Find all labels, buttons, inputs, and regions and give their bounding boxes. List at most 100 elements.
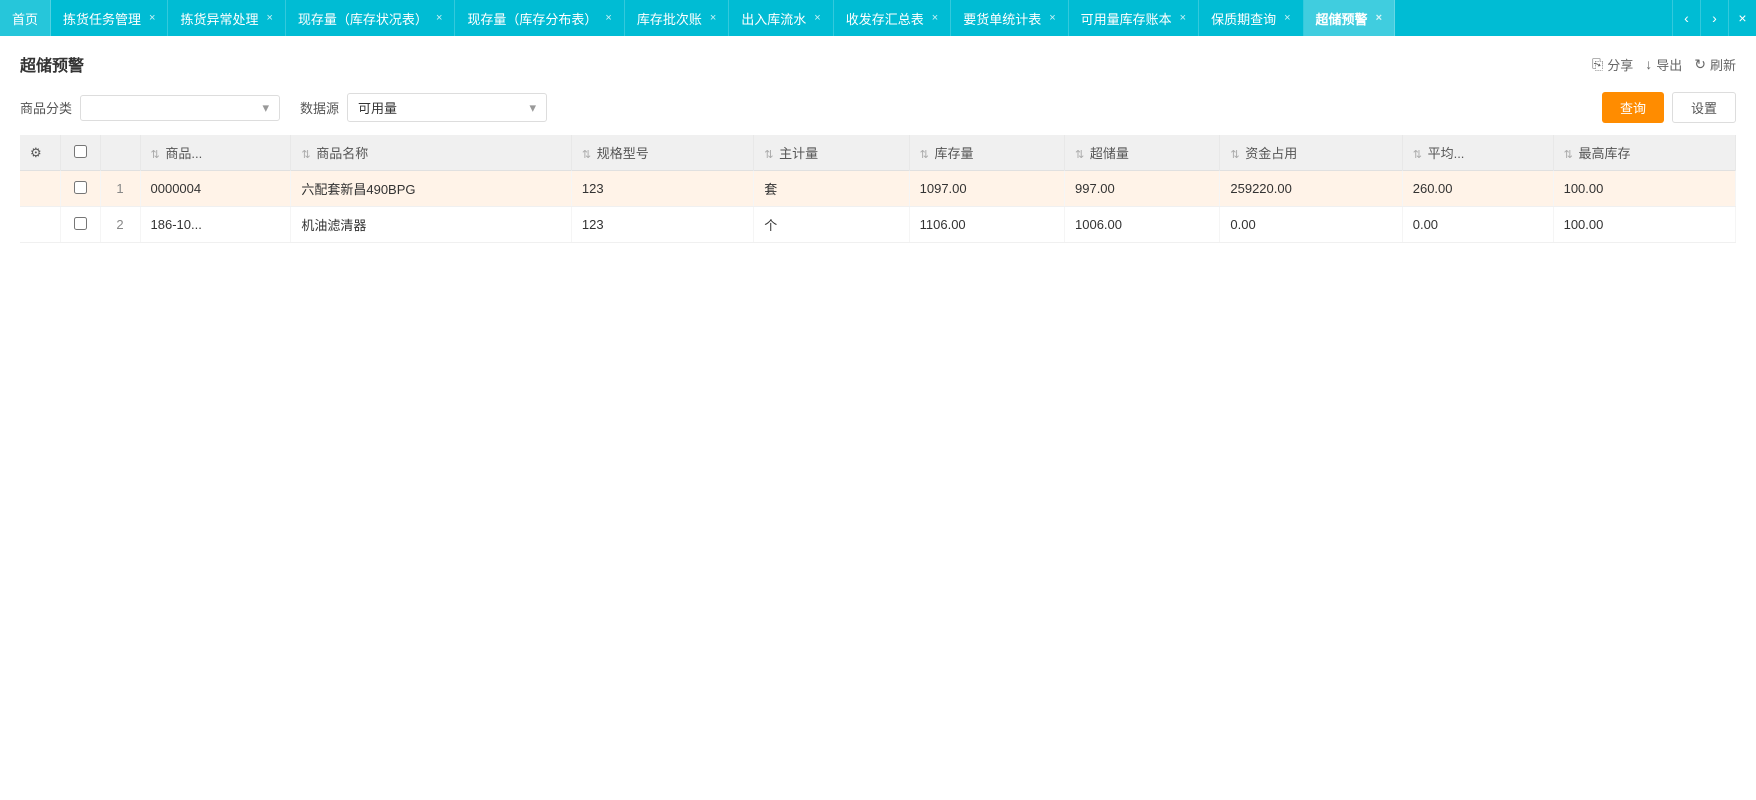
close-icon-batch-account[interactable]: × xyxy=(710,12,716,24)
refresh-button[interactable]: ↻ 刷新 xyxy=(1694,55,1736,74)
data-source-select[interactable]: 可用量 ▾ xyxy=(347,93,547,122)
nav-item-inout-flow[interactable]: 出入库流水 × xyxy=(729,0,833,36)
nav-label-home: 首页 xyxy=(12,9,38,28)
share-label: 分享 xyxy=(1607,55,1633,74)
page-container: 超储预警 ⎘ 分享 ↓ 导出 ↻ 刷新 商品分类 ▾ 数据源 xyxy=(0,36,1756,800)
close-icon-pick-task[interactable]: × xyxy=(149,12,155,24)
share-button[interactable]: ⎘ 分享 xyxy=(1592,55,1633,74)
filter-row: 商品分类 ▾ 数据源 可用量 ▾ 查询 设置 xyxy=(20,92,1736,123)
close-icon-pick-exception[interactable]: × xyxy=(266,12,272,24)
column-product-name[interactable]: ⇅ 商品名称 xyxy=(291,135,572,171)
nav-label-summary: 收发存汇总表 xyxy=(846,9,924,28)
close-icon-stock-status[interactable]: × xyxy=(436,12,442,24)
nav-arrow-left[interactable]: ‹ xyxy=(1672,0,1700,36)
export-label: 导出 xyxy=(1656,55,1682,74)
nav-item-pick-exception[interactable]: 拣货异常处理 × xyxy=(168,0,285,36)
nav-item-order-stat[interactable]: 要货单统计表 × xyxy=(951,0,1068,36)
settings-button[interactable]: 设置 xyxy=(1672,92,1736,123)
column-overstock[interactable]: ⇅ 超储量 xyxy=(1065,135,1220,171)
sort-icon-max-stock: ⇅ xyxy=(1564,149,1573,161)
data-source-filter: 数据源 可用量 ▾ xyxy=(300,93,547,122)
select-all-checkbox[interactable] xyxy=(74,145,87,158)
table-header: ⚙ ⇅ 商品... ⇅ 商品名称 ⇅ 规格型号 xyxy=(20,135,1736,171)
chevron-down-icon-2: ▾ xyxy=(530,100,537,116)
nav-item-stock-status[interactable]: 现存量（库存状况表） × xyxy=(286,0,455,36)
product-category-select[interactable]: ▾ xyxy=(80,95,280,121)
export-button[interactable]: ↓ 导出 xyxy=(1645,55,1682,74)
header-actions: ⎘ 分享 ↓ 导出 ↻ 刷新 xyxy=(1592,55,1736,74)
column-product-code[interactable]: ⇅ 商品... xyxy=(140,135,291,171)
close-icon-summary[interactable]: × xyxy=(932,12,938,24)
row-product-code-1: 186-10... xyxy=(140,207,291,243)
row-spec-1: 123 xyxy=(571,207,753,243)
close-icon-inout-flow[interactable]: × xyxy=(814,12,820,24)
nav-label-stock-dist: 现存量（库存分布表） xyxy=(467,9,597,28)
nav-label-pick-task: 拣货任务管理 xyxy=(63,9,141,28)
row-capital-0: 259220.00 xyxy=(1220,171,1402,207)
column-stock[interactable]: ⇅ 库存量 xyxy=(909,135,1064,171)
row-checkbox-1[interactable] xyxy=(60,207,100,243)
column-row-num xyxy=(100,135,140,171)
row-avg-0: 260.00 xyxy=(1402,171,1553,207)
row-select-0[interactable] xyxy=(74,181,87,194)
table-row: 2 186-10... 机油滤清器 123 个 1106.00 1006.00 … xyxy=(20,207,1736,243)
nav-arrow-more[interactable]: × xyxy=(1728,0,1756,36)
page-header: 超储预警 ⎘ 分享 ↓ 导出 ↻ 刷新 xyxy=(20,52,1736,76)
column-unit[interactable]: ⇅ 主计量 xyxy=(754,135,909,171)
nav-item-batch-account[interactable]: 库存批次账 × xyxy=(625,0,729,36)
nav-item-available-stock[interactable]: 可用量库存账本 × xyxy=(1069,0,1199,36)
nav-arrow-right[interactable]: › xyxy=(1700,0,1728,36)
row-capital-1: 0.00 xyxy=(1220,207,1402,243)
row-checkbox-0[interactable] xyxy=(60,171,100,207)
data-source-value: 可用量 xyxy=(358,98,397,117)
row-unit-1: 个 xyxy=(754,207,909,243)
row-num-1: 2 xyxy=(100,207,140,243)
nav-label-pick-exception: 拣货异常处理 xyxy=(180,9,258,28)
row-num-0: 1 xyxy=(100,171,140,207)
export-icon: ↓ xyxy=(1645,56,1652,72)
row-select-1[interactable] xyxy=(74,217,87,230)
row-stock-0: 1097.00 xyxy=(909,171,1064,207)
nav-item-stock-dist[interactable]: 现存量（库存分布表） × xyxy=(455,0,624,36)
row-overstock-0: 997.00 xyxy=(1065,171,1220,207)
nav-item-summary[interactable]: 收发存汇总表 × xyxy=(834,0,951,36)
filter-right-actions: 查询 设置 xyxy=(1602,92,1736,123)
row-gear-1 xyxy=(20,207,60,243)
nav-arrows: ‹ › × xyxy=(1672,0,1756,36)
column-gear: ⚙ xyxy=(20,135,60,171)
gear-icon[interactable]: ⚙ xyxy=(30,145,42,160)
table-body: 1 0000004 六配套新昌490BPG 123 套 1097.00 997.… xyxy=(20,171,1736,243)
row-unit-0: 套 xyxy=(754,171,909,207)
nav-item-expiry-query[interactable]: 保质期查询 × xyxy=(1199,0,1303,36)
row-product-code-0: 0000004 xyxy=(140,171,291,207)
nav-label-stock-status: 现存量（库存状况表） xyxy=(298,9,428,28)
product-category-filter: 商品分类 ▾ xyxy=(20,95,280,121)
column-spec[interactable]: ⇅ 规格型号 xyxy=(571,135,753,171)
close-icon-expiry-query[interactable]: × xyxy=(1284,12,1290,24)
query-button[interactable]: 查询 xyxy=(1602,92,1664,123)
row-max-stock-0: 100.00 xyxy=(1553,171,1735,207)
sort-icon-stock: ⇅ xyxy=(920,149,929,161)
nav-item-pick-task[interactable]: 拣货任务管理 × xyxy=(51,0,168,36)
nav-label-batch-account: 库存批次账 xyxy=(637,9,702,28)
nav-label-expiry-query: 保质期查询 xyxy=(1211,9,1276,28)
close-icon-stock-dist[interactable]: × xyxy=(605,12,611,24)
chevron-down-icon: ▾ xyxy=(262,100,269,116)
data-table: ⚙ ⇅ 商品... ⇅ 商品名称 ⇅ 规格型号 xyxy=(20,135,1736,243)
row-product-name-0: 六配套新昌490BPG xyxy=(291,171,572,207)
sort-icon-overstock: ⇅ xyxy=(1075,149,1084,161)
sort-icon-product-name: ⇅ xyxy=(301,149,310,161)
close-icon-order-stat[interactable]: × xyxy=(1049,12,1055,24)
nav-item-overstock-alert[interactable]: 超储预警 × xyxy=(1304,0,1395,36)
column-capital[interactable]: ⇅ 资金占用 xyxy=(1220,135,1402,171)
nav-item-home[interactable]: 首页 xyxy=(0,0,51,36)
close-icon-overstock-alert[interactable]: × xyxy=(1376,12,1382,24)
row-overstock-1: 1006.00 xyxy=(1065,207,1220,243)
column-avg[interactable]: ⇅ 平均... xyxy=(1402,135,1553,171)
nav-label-overstock-alert: 超储预警 xyxy=(1316,9,1368,28)
column-max-stock[interactable]: ⇅ 最高库存 xyxy=(1553,135,1735,171)
close-icon-available-stock[interactable]: × xyxy=(1180,12,1186,24)
nav-label-inout-flow: 出入库流水 xyxy=(741,9,806,28)
row-stock-1: 1106.00 xyxy=(909,207,1064,243)
refresh-icon: ↻ xyxy=(1694,56,1706,73)
